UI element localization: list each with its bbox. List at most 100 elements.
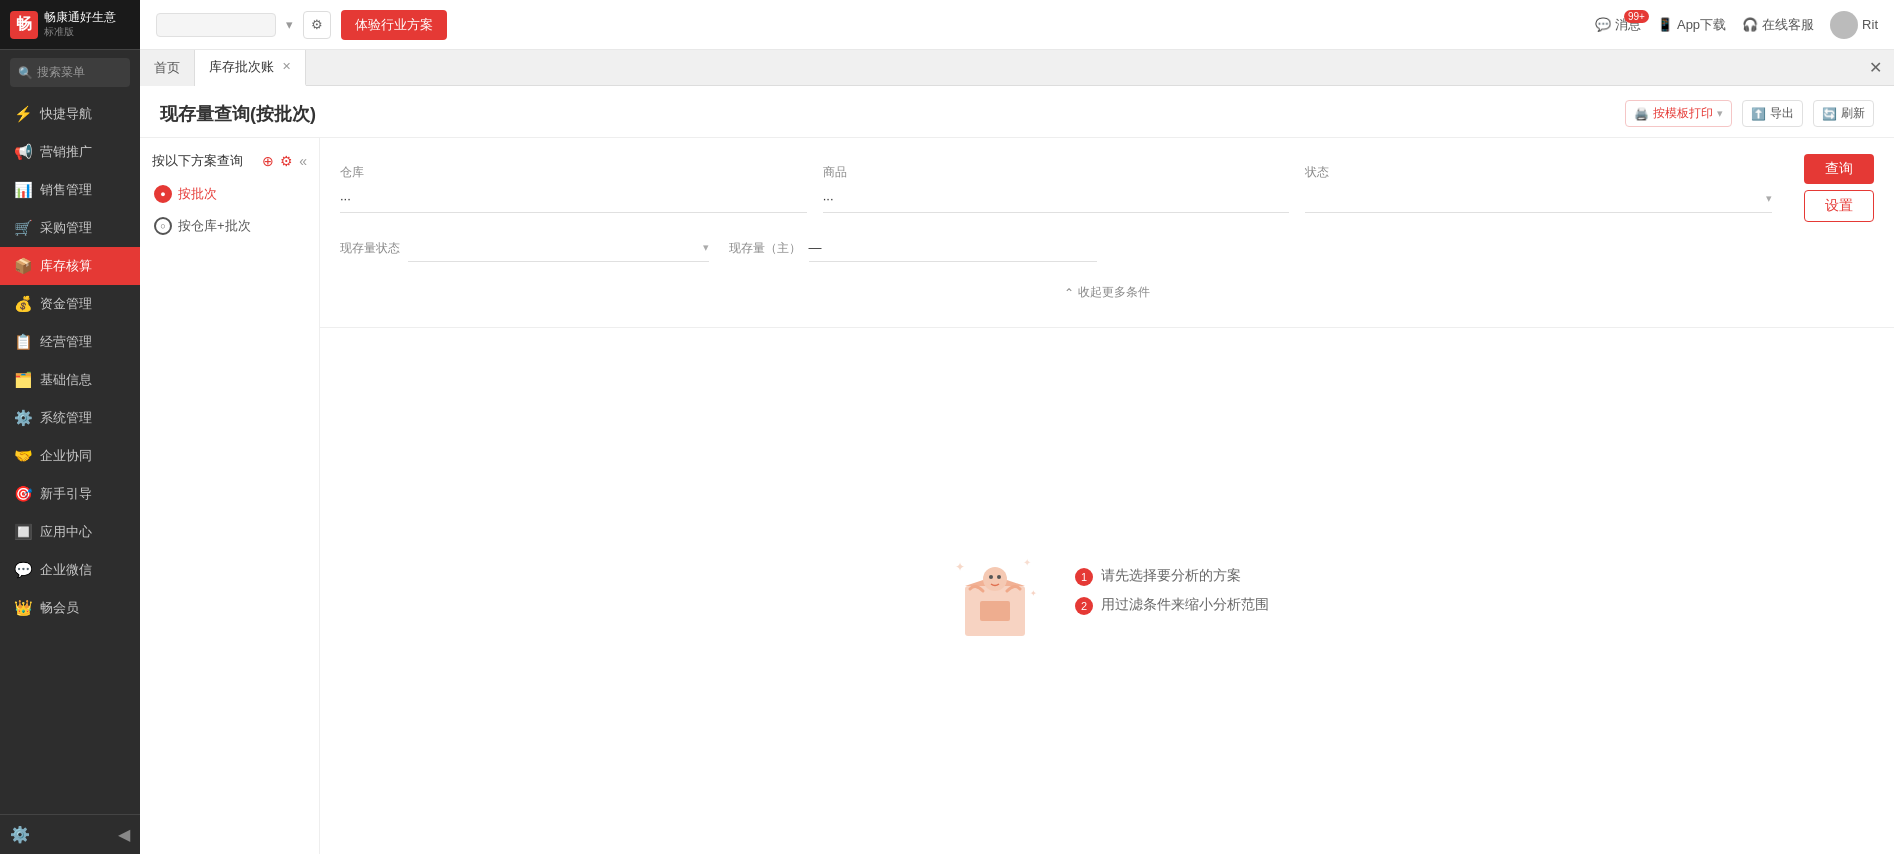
- stock-status-label: 现存量状态: [340, 240, 400, 257]
- refresh-btn[interactable]: 🔄 刷新: [1813, 100, 1874, 127]
- right-panel: 仓库 ··· 商品 ··· 状态: [320, 138, 1894, 854]
- sidebar-item-newguide[interactable]: 🎯 新手引导: [0, 475, 140, 513]
- app-download-label: App下载: [1677, 16, 1726, 34]
- export-btn[interactable]: ⬆️ 导出: [1742, 100, 1803, 127]
- add-scheme-btn[interactable]: ⊕: [262, 153, 274, 169]
- purchase-icon: 🛒: [14, 219, 32, 237]
- sidebar-item-finance[interactable]: 💰 资金管理: [0, 285, 140, 323]
- sidebar-item-basic[interactable]: 🗂️ 基础信息: [0, 361, 140, 399]
- sidebar-item-wechat[interactable]: 💬 企业微信: [0, 551, 140, 589]
- filter-settings-btn[interactable]: 设置: [1804, 190, 1874, 222]
- query-btn[interactable]: 查询: [1804, 154, 1874, 184]
- user-menu-btn[interactable]: Rit: [1830, 11, 1878, 39]
- page-header: 现存量查询(按批次) 🖨️ 按模板打印 ▾ ⬆️ 导出 🔄 刷新: [140, 86, 1894, 138]
- template-print-chevron: ▾: [1717, 107, 1723, 120]
- refresh-icon: 🔄: [1822, 107, 1837, 121]
- sidebar-item-marketing[interactable]: 📢 营销推广: [0, 133, 140, 171]
- empty-state: ✦ ✦ ✦ 1 请先选择要分析的方案 2 用过滤条件来缩小分析范围: [320, 328, 1894, 854]
- marketing-icon: 📢: [14, 143, 32, 161]
- tab-home[interactable]: 首页: [140, 50, 195, 86]
- trial-btn[interactable]: 体验行业方案: [341, 10, 447, 40]
- settings-scheme-btn[interactable]: ⚙: [280, 153, 293, 169]
- scheme-batch-icon: ●: [154, 185, 172, 203]
- sidebar-footer: ⚙️ ◀: [0, 814, 140, 854]
- sidebar-item-vip[interactable]: 👑 畅会员: [0, 589, 140, 627]
- warehouse-input[interactable]: ···: [340, 185, 807, 213]
- filter-row-1: 仓库 ··· 商品 ··· 状态: [340, 154, 1874, 222]
- stock-status-chevron: ▾: [703, 241, 709, 254]
- app-logo: 畅: [10, 11, 38, 39]
- messages-btn[interactable]: 💬 消息 99+: [1595, 16, 1641, 34]
- app-title: 畅康通好生意: [44, 10, 116, 26]
- sidebar-item-label: 经营管理: [40, 333, 92, 351]
- svg-text:✦: ✦: [1023, 557, 1031, 568]
- stock-status-dropdown[interactable]: ▾: [408, 234, 709, 262]
- topbar-settings-btn[interactable]: ⚙: [303, 11, 331, 39]
- svg-point-3: [989, 575, 993, 579]
- tab-close-btn[interactable]: ✕: [282, 60, 291, 73]
- status-input[interactable]: ▾: [1305, 185, 1772, 213]
- sidebar-item-system[interactable]: ⚙️ 系统管理: [0, 399, 140, 437]
- sidebar-item-sales[interactable]: 📊 销售管理: [0, 171, 140, 209]
- app-download-btn[interactable]: 📱 App下载: [1657, 16, 1726, 34]
- filter-actions: 查询 设置: [1804, 154, 1874, 222]
- sidebar-item-inventory[interactable]: 📦 库存核算: [0, 247, 140, 285]
- sidebar-item-quick-nav[interactable]: ⚡ 快捷导航: [0, 95, 140, 133]
- tab-panel-close-btn[interactable]: ✕: [1857, 58, 1894, 77]
- scheme-item-warehouse-batch[interactable]: ○ 按仓库+批次: [140, 210, 319, 242]
- svg-rect-1: [980, 601, 1010, 621]
- avatar: [1830, 11, 1858, 39]
- sidebar-item-label: 基础信息: [40, 371, 92, 389]
- search-label: 搜索菜单: [37, 64, 85, 81]
- sidebar-item-purchase[interactable]: 🛒 采购管理: [0, 209, 140, 247]
- tab-home-label: 首页: [154, 59, 180, 77]
- sidebar-item-label: 销售管理: [40, 181, 92, 199]
- tab-inventory-batch-label: 库存批次账: [209, 58, 274, 76]
- collapse-sidebar-btn[interactable]: ◀: [118, 825, 130, 844]
- export-icon: ⬆️: [1751, 107, 1766, 121]
- template-print-btn[interactable]: 🖨️ 按模板打印 ▾: [1625, 100, 1732, 127]
- sidebar-item-appcenter[interactable]: 🔲 应用中心: [0, 513, 140, 551]
- phone-icon: 📱: [1657, 17, 1673, 32]
- customer-service-btn[interactable]: 🎧 在线客服: [1742, 16, 1814, 34]
- wechat-icon: 💬: [14, 561, 32, 579]
- empty-tip-2: 2 用过滤条件来缩小分析范围: [1075, 596, 1269, 615]
- sidebar-item-enterprise[interactable]: 🤝 企业协同: [0, 437, 140, 475]
- product-input[interactable]: ···: [823, 185, 1290, 213]
- topbar-right: 💬 消息 99+ 📱 App下载 🎧 在线客服 Rit: [1595, 11, 1878, 39]
- filter-status: 状态 ▾: [1305, 164, 1772, 213]
- sidebar-item-operations[interactable]: 📋 经营管理: [0, 323, 140, 361]
- sidebar-item-label: 企业微信: [40, 561, 92, 579]
- collapse-panel-btn[interactable]: «: [299, 153, 307, 169]
- collapse-more-row: ⌃ 收起更多条件: [340, 274, 1874, 311]
- operations-icon: 📋: [14, 333, 32, 351]
- body-layout: 按以下方案查询 ⊕ ⚙ « ● 按批次 ○ 按仓库+批次: [140, 138, 1894, 854]
- appcenter-icon: 🔲: [14, 523, 32, 541]
- filter-area: 仓库 ··· 商品 ··· 状态: [320, 138, 1894, 328]
- panel-header-actions: ⊕ ⚙ «: [262, 153, 307, 169]
- message-icon: 💬: [1595, 17, 1611, 32]
- headset-icon: 🎧: [1742, 17, 1758, 32]
- tab-inventory-batch[interactable]: 库存批次账 ✕: [195, 50, 306, 86]
- stock-qty-input[interactable]: —: [809, 234, 1098, 262]
- sidebar-search[interactable]: 🔍 搜索菜单: [10, 58, 130, 87]
- scheme-item-batch[interactable]: ● 按批次: [140, 178, 319, 210]
- user-name: Rit: [1862, 17, 1878, 32]
- svg-point-4: [997, 575, 1001, 579]
- tip-num-2: 2: [1075, 597, 1093, 615]
- page-title: 现存量查询(按批次): [160, 102, 316, 126]
- tab-bar: 首页 库存批次账 ✕ ✕: [140, 50, 1894, 86]
- refresh-label: 刷新: [1841, 105, 1865, 122]
- topbar-chevron-icon[interactable]: ▾: [286, 17, 293, 32]
- sidebar-item-label: 资金管理: [40, 295, 92, 313]
- settings-footer-btn[interactable]: ⚙️: [10, 825, 30, 844]
- main-content: ▾ ⚙ 体验行业方案 💬 消息 99+ 📱 App下载 🎧 在线客服 Rit: [140, 0, 1894, 854]
- collapse-more-btn[interactable]: ⌃ 收起更多条件: [1058, 278, 1156, 307]
- topbar: ▾ ⚙ 体验行业方案 💬 消息 99+ 📱 App下载 🎧 在线客服 Rit: [140, 0, 1894, 50]
- scheme-batch-label: 按批次: [178, 185, 217, 203]
- warehouse-value: ···: [340, 191, 351, 206]
- topbar-search-input[interactable]: [156, 13, 276, 37]
- tip-1-text: 请先选择要分析的方案: [1101, 567, 1241, 585]
- sidebar-item-label: 库存核算: [40, 257, 92, 275]
- chevron-up-icon: ⌃: [1064, 286, 1074, 300]
